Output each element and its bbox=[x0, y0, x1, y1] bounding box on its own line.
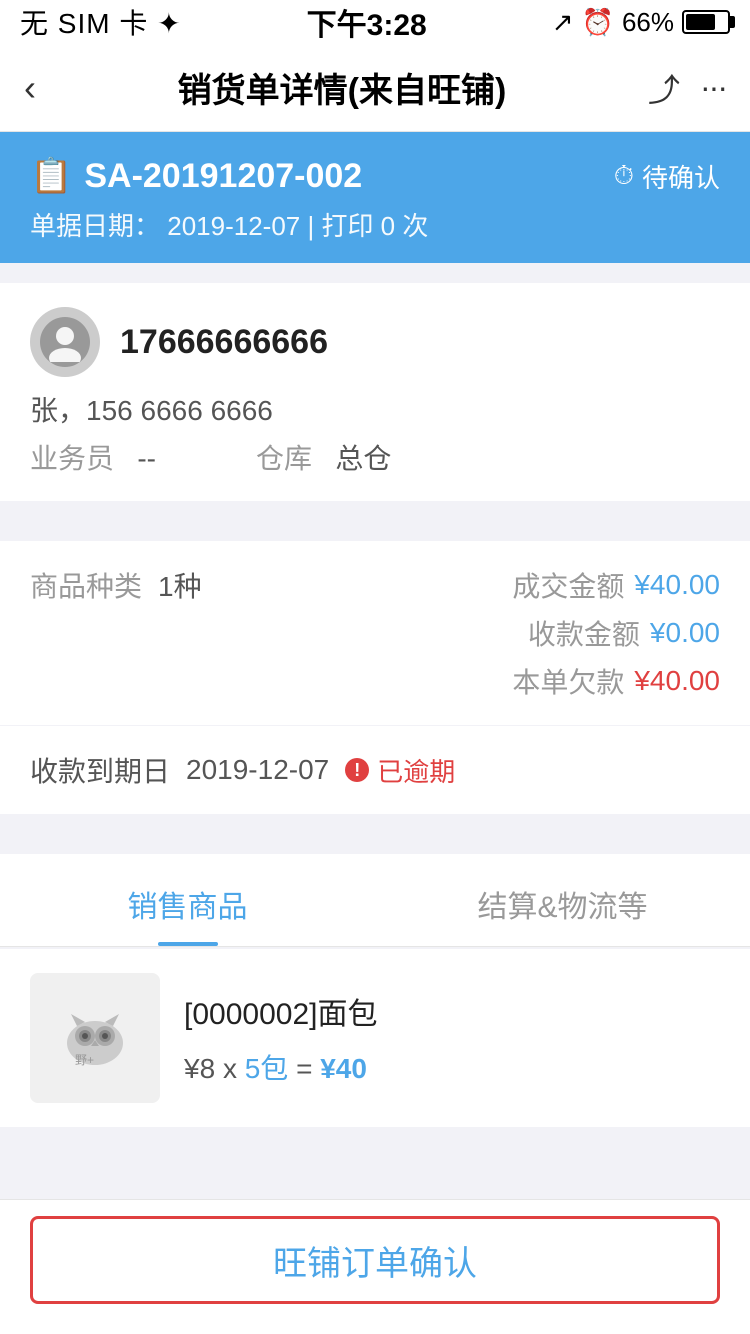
print-info: | 打印 0 次 bbox=[307, 211, 428, 241]
status-bar: 无 SIM 卡 ✦ 下午3:28 ↗ ⏰ 66% bbox=[0, 0, 750, 44]
unit-price: ¥8 bbox=[184, 1053, 215, 1084]
transaction-amount: ¥40.00 bbox=[634, 569, 720, 601]
divider-2 bbox=[0, 814, 750, 834]
product-thumb-logo: 野+ bbox=[30, 973, 160, 1103]
order-date-row: 单据日期： 2019-12-07 | 打印 0 次 bbox=[30, 206, 720, 243]
avatar-icon bbox=[40, 317, 90, 367]
tabs-container: 销售商品 结算&物流等 bbox=[0, 854, 750, 947]
time-text: 下午3:28 bbox=[307, 0, 427, 44]
alarm-icon: ⏰ bbox=[582, 7, 614, 38]
customer-meta: 业务员 -- 仓库 总仓 bbox=[30, 437, 720, 477]
tab-sales-products[interactable]: 销售商品 bbox=[0, 854, 375, 946]
salesman-value: -- bbox=[137, 443, 156, 474]
received-amount: ¥0.00 bbox=[650, 617, 720, 649]
overdue-dot-icon: ! bbox=[345, 758, 369, 782]
total-price: ¥40 bbox=[320, 1053, 367, 1084]
warehouse-label: 仓库 bbox=[256, 443, 312, 474]
multiply-sign: x bbox=[223, 1053, 237, 1084]
product-item: 野+ [0000002]面包 ¥8 x 5包 = ¥40 bbox=[30, 973, 720, 1103]
overdue-text: 已逾期 bbox=[377, 752, 455, 789]
debt-amount: ¥40.00 bbox=[634, 665, 720, 697]
avatar bbox=[30, 307, 100, 377]
confirm-order-button[interactable]: 旺铺订单确认 bbox=[30, 1216, 720, 1304]
share-icon[interactable]: ⤴ bbox=[648, 65, 680, 111]
page-title: 销货单详情(来自旺铺) bbox=[178, 63, 507, 112]
product-type-label: 商品种类 bbox=[30, 565, 142, 605]
order-icon: 📋 bbox=[30, 156, 72, 196]
due-date-value: 2019-12-07 bbox=[186, 754, 329, 786]
status-text: 待确认 bbox=[642, 158, 720, 195]
amount-summary: 成交金额 ¥40.00 收款金额 ¥0.00 本单欠款 ¥40.00 bbox=[512, 565, 720, 701]
battery-icon bbox=[682, 10, 730, 34]
status-right: ↗ ⏰ 66% bbox=[552, 7, 730, 38]
back-button[interactable]: ‹ bbox=[24, 67, 36, 109]
received-label: 收款金额 bbox=[528, 613, 640, 653]
product-price: ¥8 x 5包 = ¥40 bbox=[184, 1047, 720, 1087]
due-date-label: 收款到期日 bbox=[30, 750, 170, 790]
order-date-label: 单据日期： bbox=[30, 211, 160, 241]
order-id-text: SA-20191207-002 bbox=[84, 157, 362, 196]
battery-text: 66% bbox=[622, 7, 674, 38]
overdue-badge: ! 已逾期 bbox=[345, 752, 455, 789]
summary-section: 商品种类 1种 成交金额 ¥40.00 收款金额 ¥0.00 本单欠款 ¥40.… bbox=[0, 541, 750, 725]
customer-phone: 17666666666 bbox=[120, 323, 328, 362]
order-status: ⏱ 待确认 bbox=[614, 158, 720, 195]
carrier-text: 无 SIM 卡 ✦ bbox=[20, 2, 182, 42]
order-date-value: 2019-12-07 bbox=[167, 211, 300, 241]
nav-bar: ‹ 销货单详情(来自旺铺) ⤴ ··· bbox=[0, 44, 750, 132]
due-date-section: 收款到期日 2019-12-07 ! 已逾期 bbox=[0, 726, 750, 814]
product-thumbnail: 野+ bbox=[30, 973, 160, 1103]
product-info: [0000002]面包 ¥8 x 5包 = ¥40 bbox=[184, 989, 720, 1087]
status-clock-icon: ⏱ bbox=[614, 160, 634, 192]
equals-sign: = bbox=[296, 1053, 312, 1084]
customer-name: 张，156 6666 6666 bbox=[30, 389, 720, 429]
customer-section: 17666666666 张，156 6666 6666 业务员 -- 仓库 总仓 bbox=[0, 283, 750, 501]
location-icon: ↗ bbox=[552, 7, 574, 38]
nav-actions: ⤴ ··· bbox=[648, 65, 726, 111]
tab-settlement[interactable]: 结算&物流等 bbox=[375, 854, 750, 946]
order-banner: 📋 SA-20191207-002 ⏱ 待确认 单据日期： 2019-12-07… bbox=[0, 132, 750, 263]
quantity-value: 5包 bbox=[245, 1053, 289, 1084]
divider-1 bbox=[0, 501, 750, 521]
product-section: 野+ [0000002]面包 ¥8 x 5包 = ¥40 bbox=[0, 949, 750, 1127]
debt-label: 本单欠款 bbox=[512, 661, 624, 701]
product-type-value: 1种 bbox=[158, 565, 202, 605]
product-name: [0000002]面包 bbox=[184, 989, 720, 1033]
warehouse-value: 总仓 bbox=[335, 443, 391, 474]
more-button[interactable]: ··· bbox=[700, 69, 726, 106]
confirm-btn-container: 旺铺订单确认 bbox=[0, 1199, 750, 1334]
svg-text:野+: 野+ bbox=[75, 1053, 94, 1067]
salesman-label: 业务员 bbox=[30, 443, 114, 474]
transaction-label: 成交金额 bbox=[512, 565, 624, 605]
order-id: 📋 SA-20191207-002 bbox=[30, 156, 362, 196]
